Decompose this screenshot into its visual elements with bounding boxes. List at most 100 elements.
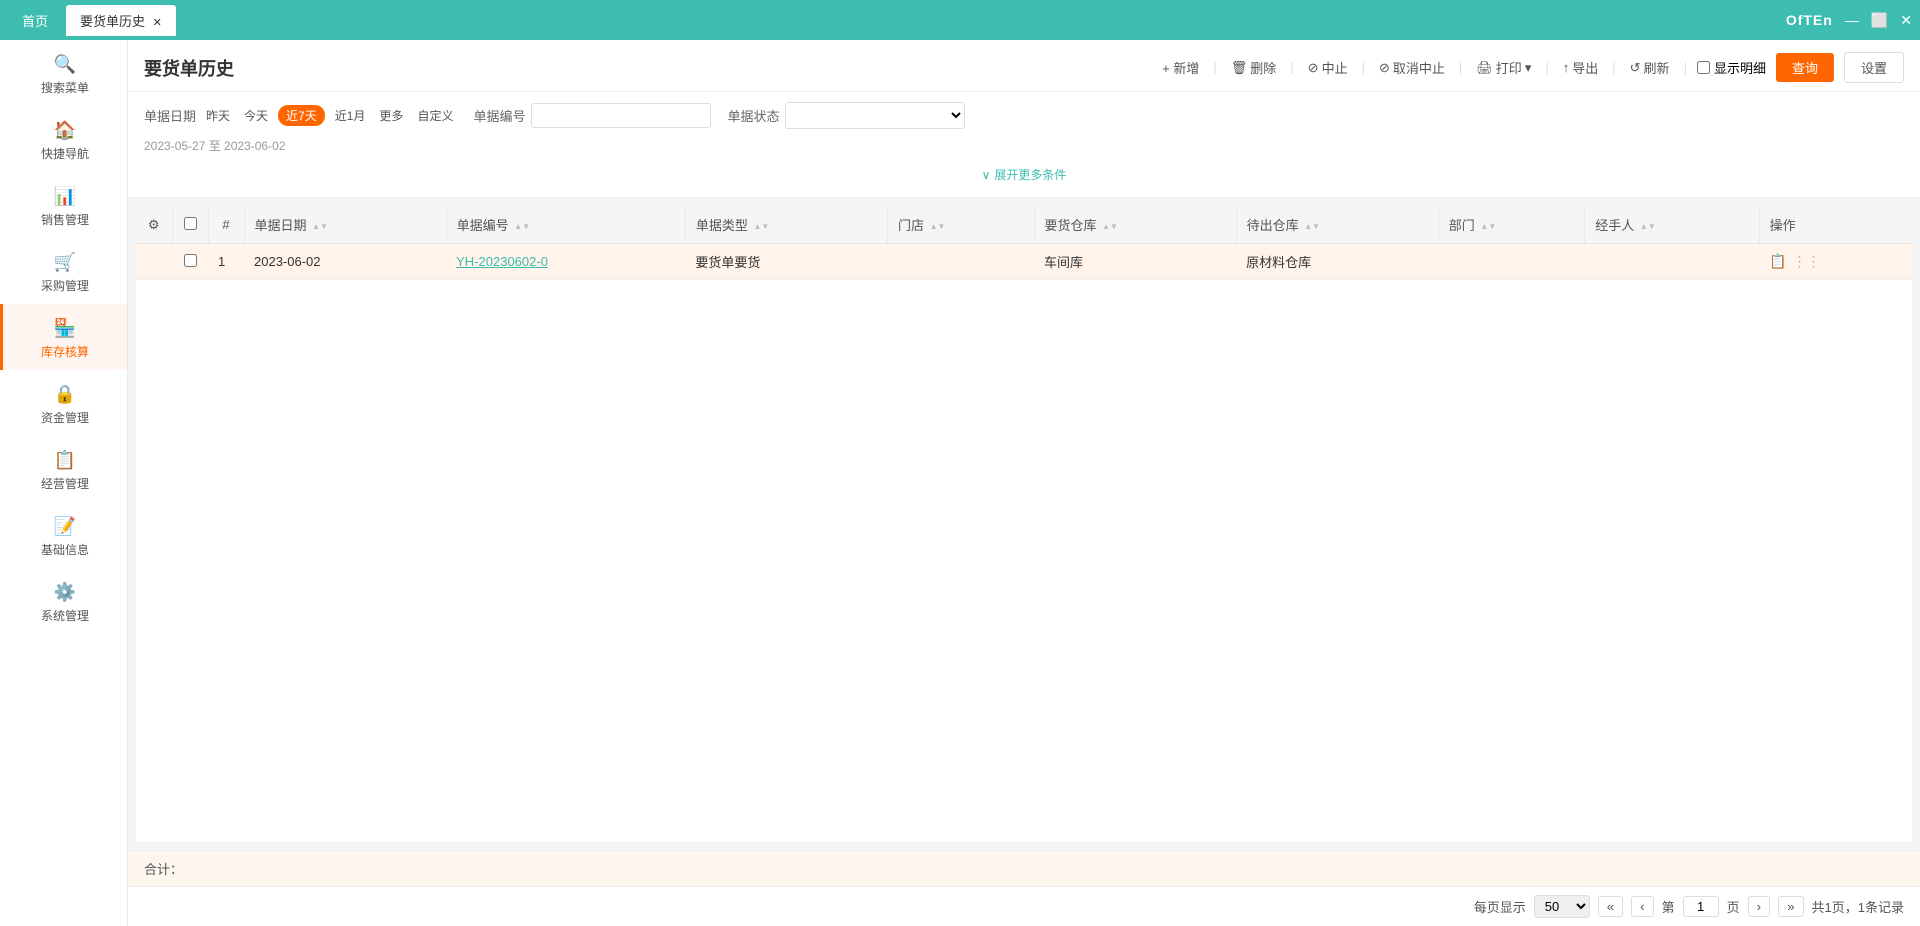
sidebar-item-operations[interactable]: 📋 经营管理 bbox=[0, 436, 127, 502]
filter-bar: 单据日期 昨天 今天 近7天 近1月 更多 自定义 单据编号 单据状态 bbox=[128, 92, 1920, 198]
date-btn-more[interactable]: 更多 bbox=[375, 105, 407, 126]
th-handler[interactable]: 经手人 ▲▼ bbox=[1585, 206, 1759, 244]
td-checkbox bbox=[172, 244, 208, 280]
sort-store-icon: ▲▼ bbox=[930, 223, 946, 231]
table-header-row: ⚙ # 单据日期 ▲▼ 单据编号 ▲▼ 单据类型 ▲▼ bbox=[136, 206, 1912, 244]
sidebar-item-label: 基础信息 bbox=[41, 541, 89, 558]
sidebar: 🔍 搜索菜单 🏠 快捷导航 📊 销售管理 🛒 采购管理 🏪 库存核算 🔒 资金管… bbox=[0, 40, 128, 926]
sidebar-item-purchase[interactable]: 🛒 采购管理 bbox=[0, 238, 127, 304]
last-page-btn[interactable]: » bbox=[1778, 896, 1803, 917]
tab-close-icon[interactable]: ✕ bbox=[153, 17, 162, 29]
row-delete-icon[interactable]: ⋮⋮ bbox=[1793, 253, 1821, 270]
tab-req-history[interactable]: 要货单历史 ✕ bbox=[66, 5, 176, 36]
refresh-button[interactable]: ↺ 刷新 bbox=[1626, 55, 1674, 80]
doc-no-link[interactable]: YH-20230602-0 bbox=[456, 254, 548, 269]
th-doc-date[interactable]: 单据日期 ▲▼ bbox=[244, 206, 446, 244]
td-doc-no: YH-20230602-0 bbox=[446, 244, 685, 280]
export-button[interactable]: ↑ 导出 bbox=[1559, 55, 1603, 80]
date-label: 单据日期 bbox=[144, 106, 196, 125]
date-btn-custom[interactable]: 自定义 bbox=[413, 105, 457, 126]
th-doc-type[interactable]: 单据类型 ▲▼ bbox=[685, 206, 887, 244]
date-btn-today[interactable]: 今天 bbox=[240, 105, 272, 126]
sidebar-item-quicknav[interactable]: 🏠 快捷导航 bbox=[0, 106, 127, 172]
page-size-select[interactable]: 50 10 20 100 bbox=[1534, 895, 1590, 918]
maximize-icon[interactable]: ⬜ bbox=[1871, 12, 1888, 29]
th-req-warehouse[interactable]: 要货仓库 ▲▼ bbox=[1034, 206, 1236, 244]
cancel-suspend-icon: ⊘ bbox=[1379, 60, 1390, 76]
total-info: 共1页，1条记录 bbox=[1812, 897, 1904, 916]
table-body: 1 2023-06-02 YH-20230602-0 要货单要货 车间库 原材料… bbox=[136, 244, 1912, 280]
top-bar-right: OfTEn — ⬜ ✕ bbox=[1786, 12, 1912, 29]
sidebar-item-label: 搜索菜单 bbox=[41, 79, 89, 96]
delete-button[interactable]: 🗑 删除 bbox=[1227, 55, 1281, 80]
doc-no-input[interactable] bbox=[531, 103, 711, 128]
filter-row-date-range: 2023-05-27 至 2023-06-02 bbox=[144, 137, 1904, 154]
th-setting[interactable]: ⚙ bbox=[136, 206, 172, 244]
sort-pending-warehouse-icon: ▲▼ bbox=[1304, 223, 1320, 231]
sort-req-warehouse-icon: ▲▼ bbox=[1102, 223, 1118, 231]
delete-icon: 🗑 bbox=[1231, 60, 1248, 76]
row-edit-icon[interactable]: 📋 bbox=[1769, 253, 1786, 270]
doc-status-label: 单据状态 bbox=[727, 106, 779, 125]
minimize-icon[interactable]: — bbox=[1845, 12, 1859, 28]
page-header: 要货单历史 + 新增 | 🗑 删除 | ⊘ 中止 | ⊘ 取消中止 | bbox=[128, 40, 1920, 92]
doc-status-select[interactable] bbox=[785, 102, 965, 129]
new-button[interactable]: + 新增 bbox=[1158, 55, 1203, 80]
window-close-icon[interactable]: ✕ bbox=[1900, 12, 1912, 29]
td-actions: 📋 ⋮⋮ bbox=[1759, 244, 1912, 280]
td-department bbox=[1438, 244, 1585, 280]
th-pending-warehouse[interactable]: 待出仓库 ▲▼ bbox=[1236, 206, 1438, 244]
sidebar-item-label: 资金管理 bbox=[41, 409, 89, 426]
date-btn-7days[interactable]: 近7天 bbox=[278, 105, 325, 126]
prev-page-btn[interactable]: ‹ bbox=[1631, 896, 1653, 917]
sidebar-item-system[interactable]: ⚙️ 系统管理 bbox=[0, 568, 127, 634]
search-icon: 🔍 bbox=[54, 54, 76, 75]
cancel-suspend-button[interactable]: ⊘ 取消中止 bbox=[1375, 55, 1449, 80]
row-checkbox[interactable] bbox=[184, 254, 197, 267]
operations-icon: 📋 bbox=[54, 450, 76, 471]
sidebar-item-label: 库存核算 bbox=[41, 343, 89, 360]
date-range-text: 2023-05-27 至 2023-06-02 bbox=[144, 137, 285, 154]
settings-button[interactable]: 设置 bbox=[1844, 52, 1904, 83]
th-actions: 操作 bbox=[1759, 206, 1912, 244]
date-btn-1month[interactable]: 近1月 bbox=[331, 105, 370, 126]
td-doc-type: 要货单要货 bbox=[685, 244, 887, 280]
sidebar-item-inventory[interactable]: 🏪 库存核算 bbox=[0, 304, 127, 370]
page-number-input[interactable] bbox=[1683, 896, 1719, 917]
next-page-btn[interactable]: › bbox=[1748, 896, 1770, 917]
sidebar-item-basic[interactable]: 📝 基础信息 bbox=[0, 502, 127, 568]
date-btn-yesterday[interactable]: 昨天 bbox=[202, 105, 234, 126]
td-store bbox=[888, 244, 1035, 280]
content-area: 要货单历史 + 新增 | 🗑 删除 | ⊘ 中止 | ⊘ 取消中止 | bbox=[128, 40, 1920, 926]
first-page-btn[interactable]: « bbox=[1598, 896, 1623, 917]
query-button[interactable]: 查询 bbox=[1776, 53, 1834, 82]
show-detail-checkbox[interactable] bbox=[1697, 61, 1710, 74]
home-icon: 🏠 bbox=[54, 120, 76, 141]
td-doc-date: 2023-06-02 bbox=[244, 244, 446, 280]
date-shortcuts: 昨天 今天 近7天 近1月 更多 自定义 bbox=[202, 105, 457, 126]
expand-more-btn[interactable]: ∨ 展开更多条件 bbox=[144, 162, 1904, 187]
th-doc-no[interactable]: 单据编号 ▲▼ bbox=[446, 206, 685, 244]
tab-home[interactable]: 首页 bbox=[8, 5, 62, 36]
page-size-label: 每页显示 bbox=[1474, 897, 1526, 916]
suspend-button[interactable]: ⊘ 中止 bbox=[1304, 55, 1352, 80]
td-req-warehouse: 车间库 bbox=[1034, 244, 1236, 280]
select-all-checkbox[interactable] bbox=[184, 217, 197, 230]
sidebar-item-search[interactable]: 🔍 搜索菜单 bbox=[0, 40, 127, 106]
sidebar-item-sales[interactable]: 📊 销售管理 bbox=[0, 172, 127, 238]
sidebar-item-label: 系统管理 bbox=[41, 607, 89, 624]
show-detail-label[interactable]: 显示明细 bbox=[1697, 58, 1766, 77]
sort-doc-type-icon: ▲▼ bbox=[753, 223, 769, 231]
top-bar: 首页 要货单历史 ✕ OfTEn — ⬜ ✕ bbox=[0, 0, 1920, 40]
print-button[interactable]: 🖨 打印 ▾ bbox=[1472, 55, 1535, 80]
data-table: ⚙ # 单据日期 ▲▼ 单据编号 ▲▼ 单据类型 ▲▼ bbox=[136, 206, 1912, 280]
print-dropdown-icon[interactable]: ▾ bbox=[1525, 60, 1532, 76]
table-row: 1 2023-06-02 YH-20230602-0 要货单要货 车间库 原材料… bbox=[136, 244, 1912, 280]
th-department[interactable]: 部门 ▲▼ bbox=[1438, 206, 1585, 244]
table-container: ⚙ # 单据日期 ▲▼ 单据编号 ▲▼ 单据类型 ▲▼ bbox=[136, 206, 1912, 842]
sidebar-item-label: 销售管理 bbox=[41, 211, 89, 228]
summary-label: 合计： bbox=[144, 862, 183, 877]
refresh-icon: ↺ bbox=[1630, 60, 1641, 76]
th-store[interactable]: 门店 ▲▼ bbox=[888, 206, 1035, 244]
sidebar-item-finance[interactable]: 🔒 资金管理 bbox=[0, 370, 127, 436]
